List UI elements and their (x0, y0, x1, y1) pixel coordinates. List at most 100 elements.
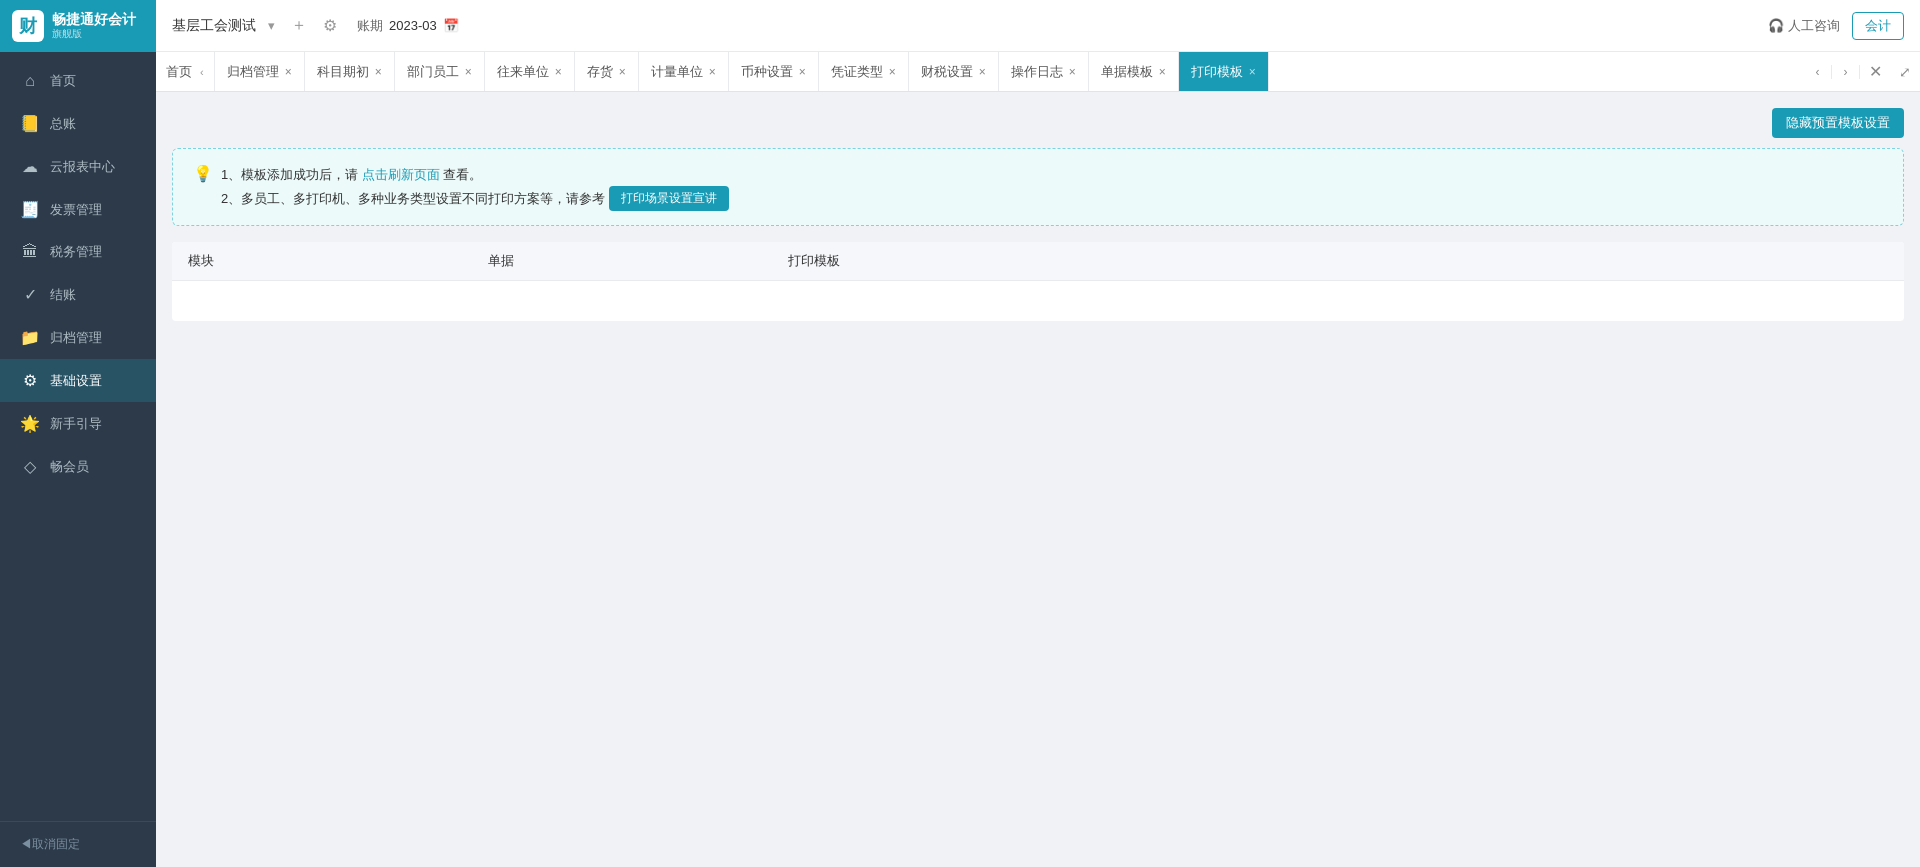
invoice-icon: 🧾 (20, 200, 40, 219)
period-display: 账期 2023-03 📅 (357, 17, 459, 35)
sidebar: 财 畅捷通好会计 旗舰版 ⌂ 首页 📒 总账 ☁ 云报表中心 🧾 发票管理 🏛税务管理✓结账 📁 归… (0, 0, 156, 867)
tab-close-currency[interactable]: × (799, 65, 806, 79)
col-template-header: 打印模板 (788, 252, 1888, 270)
info-line1-text2: 查看。 (443, 167, 482, 182)
logo-title: 畅捷通好会计 (52, 11, 136, 28)
sidebar-item-guide[interactable]: 🌟新手引导 (0, 402, 156, 445)
sidebar-logo: 财 畅捷通好会计 旗舰版 (0, 0, 156, 52)
tab-archive_mgmt[interactable]: 归档管理 × (215, 52, 305, 91)
info-text: 1、模板添加成功后，请 点击刷新页面 查看。 2、多员工、多打印机、多种业务类型… (221, 163, 729, 211)
info-line1-text1: 1、模板添加成功后，请 (221, 167, 358, 182)
tab-label-dept_staff: 部门员工 (407, 63, 459, 81)
add-tab-icon[interactable]: ＋ (291, 15, 307, 36)
tab-label-currency: 币种设置 (741, 63, 793, 81)
sidebar-item-ledger[interactable]: 📒 总账 (0, 102, 156, 145)
tab-close-print_template[interactable]: × (1249, 65, 1256, 79)
tab-single_voucher[interactable]: 单据模板 × (1089, 52, 1179, 91)
tab-voucher_type[interactable]: 凭证类型 × (819, 52, 909, 91)
tab-inventory[interactable]: 存货× (575, 52, 639, 91)
tab-home[interactable]: 首页‹ (156, 52, 215, 91)
ledger-icon: 📒 (20, 114, 40, 133)
tab-label-home: 首页 (166, 63, 192, 81)
sidebar-item-basic[interactable]: ⚙ 基础设置 (0, 359, 156, 402)
sidebar-item-member[interactable]: ◇ 畅会员 (0, 445, 156, 488)
tab-unit[interactable]: 计量单位 × (639, 52, 729, 91)
table-header: 模块 单据 打印模板 (172, 242, 1904, 281)
headset-icon: 🎧 (1768, 18, 1784, 33)
tabbar: 首页‹归档管理×科目期初×部门员工×往来单位×存货×计量单位×币种设置×凭证类型… (156, 52, 1920, 92)
tax-icon: 🏛 (20, 243, 40, 261)
logo-text: 畅捷通好会计 旗舰版 (52, 11, 136, 42)
kuaiji-button[interactable]: 会计 (1852, 12, 1904, 40)
archive-icon: 📁 (20, 328, 40, 347)
tab-currency[interactable]: 币种设置 × (729, 52, 819, 91)
main-area: 基层工会测试 ▾ ＋ ⚙ 账期 2023-03 📅 🎧 人工咨询 会计 首页‹归… (156, 0, 1920, 867)
tab-label-unit: 计量单位 (651, 63, 703, 81)
tab-close-inventory[interactable]: × (619, 65, 626, 79)
company-dropdown-icon[interactable]: ▾ (268, 18, 275, 33)
tab-label-subject_init: 科目期初 (317, 63, 369, 81)
tab-close-partner[interactable]: × (555, 65, 562, 79)
sidebar-item-checkout[interactable]: ✓结账 (0, 273, 156, 316)
tab-print_template[interactable]: 打印模板 × (1179, 52, 1269, 91)
sidebar-item-home[interactable]: ⌂ 首页 (0, 60, 156, 102)
calendar-icon[interactable]: 📅 (443, 18, 459, 33)
nav-label-invoice: 发票管理 (50, 201, 102, 219)
sidebar-unpin[interactable]: ◀取消固定 (0, 821, 156, 867)
nav-label-ledger: 总账 (50, 115, 76, 133)
sidebar-item-reports[interactable]: ☁ 云报表中心 (0, 145, 156, 188)
tab-label-tax_setting: 财税设置 (921, 63, 973, 81)
nav-label-basic: 基础设置 (50, 372, 102, 390)
settings-icon[interactable]: ⚙ (323, 16, 337, 35)
tab-scroll-right[interactable]: › (1832, 65, 1860, 79)
nav-label-checkout: 结账 (50, 286, 76, 304)
tab-close-single_voucher[interactable]: × (1159, 65, 1166, 79)
nav-label-guide: 新手引导 (50, 415, 102, 433)
topbar: 基层工会测试 ▾ ＋ ⚙ 账期 2023-03 📅 🎧 人工咨询 会计 (156, 0, 1920, 52)
basic-icon: ⚙ (20, 371, 40, 390)
tab-label-voucher_type: 凭证类型 (831, 63, 883, 81)
reports-icon: ☁ (20, 157, 40, 176)
tab-label-single_voucher: 单据模板 (1101, 63, 1153, 81)
tab-close-unit[interactable]: × (709, 65, 716, 79)
tab-dept_staff[interactable]: 部门员工 × (395, 52, 485, 91)
sidebar-item-tax[interactable]: 🏛税务管理 (0, 231, 156, 273)
tab-close-archive_mgmt[interactable]: × (285, 65, 292, 79)
sidebar-nav: ⌂ 首页 📒 总账 ☁ 云报表中心 🧾 发票管理 🏛税务管理✓结账 📁 归档管理 ⚙ 基础设置 🌟新手引导… (0, 52, 156, 821)
member-icon: ◇ (20, 457, 40, 476)
sidebar-item-invoice[interactable]: 🧾 发票管理 (0, 188, 156, 231)
col-module-header: 模块 (188, 252, 488, 270)
hide-preview-button[interactable]: 隐藏预置模板设置 (1772, 108, 1904, 138)
nav-label-member: 畅会员 (50, 458, 89, 476)
service-button[interactable]: 🎧 人工咨询 (1768, 17, 1840, 35)
print-scene-button[interactable]: 打印场景设置宣讲 (609, 186, 729, 211)
tab-tax_setting[interactable]: 财税设置 × (909, 52, 999, 91)
maximize-icon[interactable]: ⤢ (1890, 64, 1920, 80)
home-icon: ⌂ (20, 72, 40, 90)
print-template-table: 模块 单据 打印模板 (172, 242, 1904, 321)
company-name: 基层工会测试 (172, 17, 256, 35)
tab-label-archive_mgmt: 归档管理 (227, 63, 279, 81)
tab-close-subject_init[interactable]: × (375, 65, 382, 79)
tab-close-tax_setting[interactable]: × (979, 65, 986, 79)
tab-subject_init[interactable]: 科目期初 × (305, 52, 395, 91)
info-box: 💡 1、模板添加成功后，请 点击刷新页面 查看。 2、多员工、多打印机、多种业务… (172, 148, 1904, 226)
action-bar: 隐藏预置模板设置 (172, 108, 1904, 138)
tab-close-dept_staff[interactable]: × (465, 65, 472, 79)
sidebar-item-archive[interactable]: 📁 归档管理 (0, 316, 156, 359)
tab-close-voucher_type[interactable]: × (889, 65, 896, 79)
close-all-tabs-icon[interactable]: ✕ (1860, 62, 1890, 81)
nav-label-home: 首页 (50, 72, 76, 90)
info-line2-text1: 2、多员工、多打印机、多种业务类型设置不同打印方案等，请参考 (221, 187, 605, 210)
nav-label-archive: 归档管理 (50, 329, 102, 347)
logo-subtitle: 旗舰版 (52, 27, 136, 41)
tab-partner[interactable]: 往来单位× (485, 52, 575, 91)
bulb-icon: 💡 (193, 164, 213, 183)
page-content: 隐藏预置模板设置 💡 1、模板添加成功后，请 点击刷新页面 查看。 2、多员工、… (156, 92, 1920, 867)
tab-scroll-left[interactable]: ‹ (1804, 65, 1832, 79)
tab-operation_log[interactable]: 操作日志× (999, 52, 1089, 91)
nav-label-reports: 云报表中心 (50, 158, 115, 176)
tab-label-print_template: 打印模板 (1191, 63, 1243, 81)
tab-close-operation_log[interactable]: × (1069, 65, 1076, 79)
info-line1-link[interactable]: 点击刷新页面 (362, 167, 440, 182)
